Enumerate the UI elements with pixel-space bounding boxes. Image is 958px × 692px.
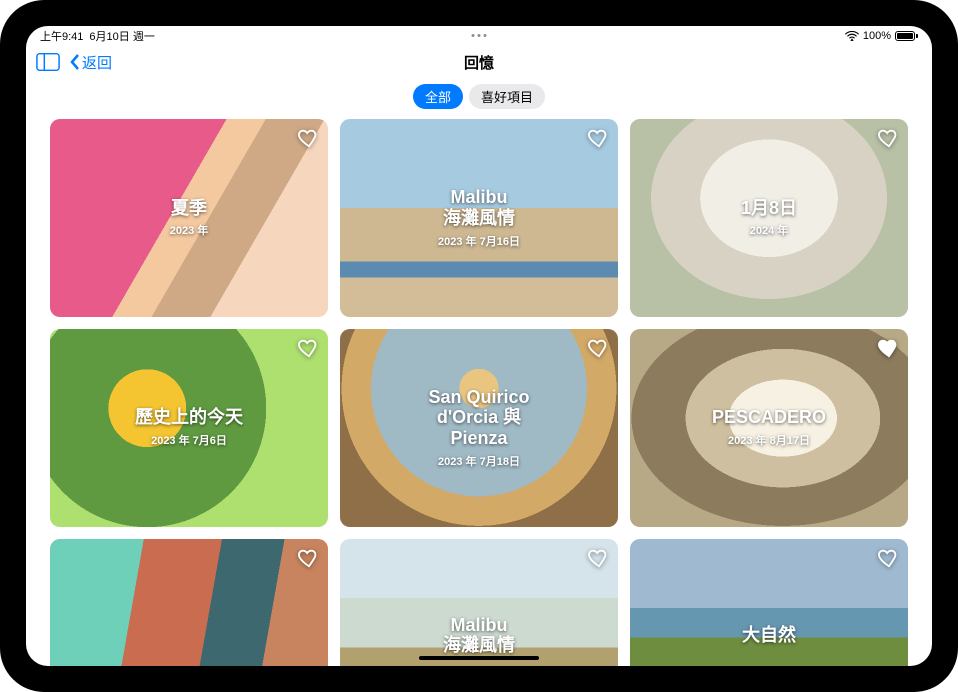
memory-card[interactable]: Malibu 海灘風情 (340, 539, 618, 666)
home-indicator[interactable] (419, 656, 539, 660)
nav-bar: 返回 回憶 (26, 46, 932, 78)
sidebar-toggle-button[interactable] (36, 52, 60, 72)
memory-date: 2023 年 (170, 222, 209, 238)
memory-overlay: 大自然 (630, 539, 908, 666)
status-time: 上午9:41 (40, 28, 83, 44)
memory-date: 2023 年 7月6日 (151, 432, 227, 448)
memory-date: 2023 年 7月18日 (438, 453, 520, 469)
memory-card[interactable]: Malibu 海灘風情 2023 年 7月16日 (340, 119, 618, 317)
favorite-heart-icon[interactable] (878, 337, 900, 359)
segment-favorites[interactable]: 喜好項目 (469, 84, 545, 109)
screen: 上午9:41 6月10日 週一 100% (26, 26, 932, 666)
memory-overlay: 歷史上的今天 2023 年 7月6日 (50, 329, 328, 527)
memory-overlay (50, 539, 328, 666)
favorite-heart-icon[interactable] (588, 127, 610, 149)
memory-date: 2023 年 7月16日 (438, 233, 520, 249)
memory-overlay: Malibu 海灘風情 (340, 539, 618, 666)
wifi-icon (845, 31, 859, 41)
battery-icon (895, 31, 918, 41)
back-button[interactable]: 返回 (70, 52, 112, 73)
memory-title: PESCADERO (712, 407, 826, 428)
memory-date: 2023 年 8月17日 (728, 432, 810, 448)
segmented-control: 全部 喜好項目 (26, 78, 932, 119)
memory-overlay: PESCADERO 2023 年 8月17日 (630, 329, 908, 527)
status-date: 6月10日 週一 (89, 28, 154, 44)
favorite-heart-icon[interactable] (878, 547, 900, 569)
memory-overlay: 1月8日 2024 年 (630, 119, 908, 317)
memory-card[interactable]: San Quirico d'Orcia 與 Pienza 2023 年 7月18日 (340, 329, 618, 527)
favorite-heart-icon[interactable] (878, 127, 900, 149)
multitask-dots-icon[interactable] (472, 34, 487, 37)
memory-card[interactable]: 夏季 2023 年 (50, 119, 328, 317)
memory-title: Malibu 海灘風情 (443, 615, 515, 656)
memory-date: 2024 年 (750, 222, 789, 238)
favorite-heart-icon[interactable] (298, 127, 320, 149)
memory-overlay: 夏季 2023 年 (50, 119, 328, 317)
memory-title: San Quirico d'Orcia 與 Pienza (428, 387, 529, 449)
favorite-heart-icon[interactable] (298, 547, 320, 569)
memory-overlay: Malibu 海灘風情 2023 年 7月16日 (340, 119, 618, 317)
page-title: 回憶 (26, 52, 932, 73)
memory-title: 1月8日 (741, 198, 797, 219)
memories-grid: 夏季 2023 年 Malibu 海灘風情 2023 年 7月16日 1月8日 2024 … (50, 119, 908, 666)
chevron-left-icon (70, 54, 80, 70)
memory-card[interactable]: 大自然 (630, 539, 908, 666)
memory-title: Malibu 海灘風情 (443, 187, 515, 228)
favorite-heart-icon[interactable] (298, 337, 320, 359)
memory-card[interactable] (50, 539, 328, 666)
favorite-heart-icon[interactable] (588, 337, 610, 359)
battery-percent: 100% (863, 30, 891, 42)
memory-card[interactable]: 1月8日 2024 年 (630, 119, 908, 317)
memory-title: 歷史上的今天 (135, 407, 243, 428)
device-frame: 上午9:41 6月10日 週一 100% (0, 0, 958, 692)
favorite-heart-icon[interactable] (588, 547, 610, 569)
memory-title: 大自然 (742, 625, 796, 646)
memory-card[interactable]: 歷史上的今天 2023 年 7月6日 (50, 329, 328, 527)
memory-card[interactable]: PESCADERO 2023 年 8月17日 (630, 329, 908, 527)
back-label: 返回 (82, 52, 112, 73)
memory-overlay: San Quirico d'Orcia 與 Pienza 2023 年 7月18日 (340, 329, 618, 527)
memories-scroll[interactable]: 夏季 2023 年 Malibu 海灘風情 2023 年 7月16日 1月8日 2024 … (26, 119, 932, 666)
memory-title: 夏季 (171, 198, 207, 219)
status-bar: 上午9:41 6月10日 週一 100% (26, 26, 932, 46)
segment-all[interactable]: 全部 (413, 84, 463, 109)
